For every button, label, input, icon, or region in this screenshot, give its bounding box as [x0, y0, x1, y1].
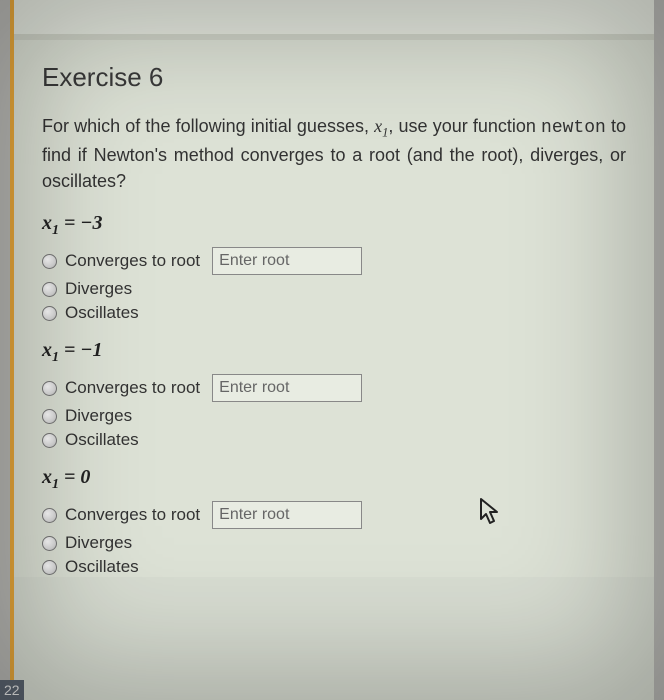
exercise-prompt: For which of the following initial guess… — [42, 113, 626, 194]
radio-button[interactable] — [42, 254, 57, 269]
prompt-text-2: , use your function — [388, 116, 541, 136]
radio-button[interactable] — [42, 409, 57, 424]
option-label: Oscillates — [65, 303, 139, 323]
radio-button[interactable] — [42, 536, 57, 551]
root-input[interactable]: Enter root — [212, 247, 362, 275]
question-group: x1 = 0 Converges to root Enter root Diverge… — [42, 466, 626, 577]
radio-button[interactable] — [42, 282, 57, 297]
prompt-func: newton — [541, 118, 606, 138]
option-row: Diverges — [42, 406, 626, 426]
exercise-title: Exercise 6 — [42, 62, 626, 93]
option-label: Converges to root — [65, 505, 200, 525]
eq-var: x — [42, 466, 52, 488]
option-row: Diverges — [42, 279, 626, 299]
option-label: Oscillates — [65, 430, 139, 450]
eq-sub: 1 — [52, 477, 59, 492]
option-label: Converges to root — [65, 378, 200, 398]
prompt-var: x — [374, 116, 382, 136]
option-row: Oscillates — [42, 430, 626, 450]
eq-var: x — [42, 339, 52, 361]
eq-sub: 1 — [52, 350, 59, 365]
root-input[interactable]: Enter root — [212, 501, 362, 529]
radio-button[interactable] — [42, 306, 57, 321]
cursor-icon — [478, 497, 504, 532]
initial-guess-equation: x1 = 0 — [42, 466, 626, 493]
option-row: Oscillates — [42, 557, 626, 577]
option-label: Diverges — [65, 533, 132, 553]
option-row: Oscillates — [42, 303, 626, 323]
option-label: Converges to root — [65, 251, 200, 271]
eq-rhs: = −1 — [59, 339, 103, 361]
option-row: Converges to root Enter root — [42, 247, 626, 275]
prompt-text-1: For which of the following initial guess… — [42, 116, 374, 136]
eq-sub: 1 — [52, 223, 59, 238]
radio-button[interactable] — [42, 560, 57, 575]
option-label: Diverges — [65, 406, 132, 426]
initial-guess-equation: x1 = −3 — [42, 212, 626, 239]
question-group: x1 = −3 Converges to root Enter root Diverg… — [42, 212, 626, 323]
eq-var: x — [42, 212, 52, 234]
radio-button[interactable] — [42, 381, 57, 396]
question-group: x1 = −1 Converges to root Enter root Diverg… — [42, 339, 626, 450]
option-row: Converges to root Enter root — [42, 374, 626, 402]
radio-button[interactable] — [42, 508, 57, 523]
page-frame: Exercise 6 For which of the following in… — [10, 0, 654, 700]
initial-guess-equation: x1 = −1 — [42, 339, 626, 366]
exercise-content: Exercise 6 For which of the following in… — [14, 40, 654, 577]
option-label: Oscillates — [65, 557, 139, 577]
root-input[interactable]: Enter root — [212, 374, 362, 402]
page-number: 22 — [0, 680, 24, 700]
eq-rhs: = 0 — [59, 466, 90, 488]
option-row: Converges to root Enter root — [42, 501, 626, 529]
radio-button[interactable] — [42, 433, 57, 448]
top-gap — [14, 0, 654, 40]
eq-rhs: = −3 — [59, 212, 103, 234]
option-row: Diverges — [42, 533, 626, 553]
option-label: Diverges — [65, 279, 132, 299]
